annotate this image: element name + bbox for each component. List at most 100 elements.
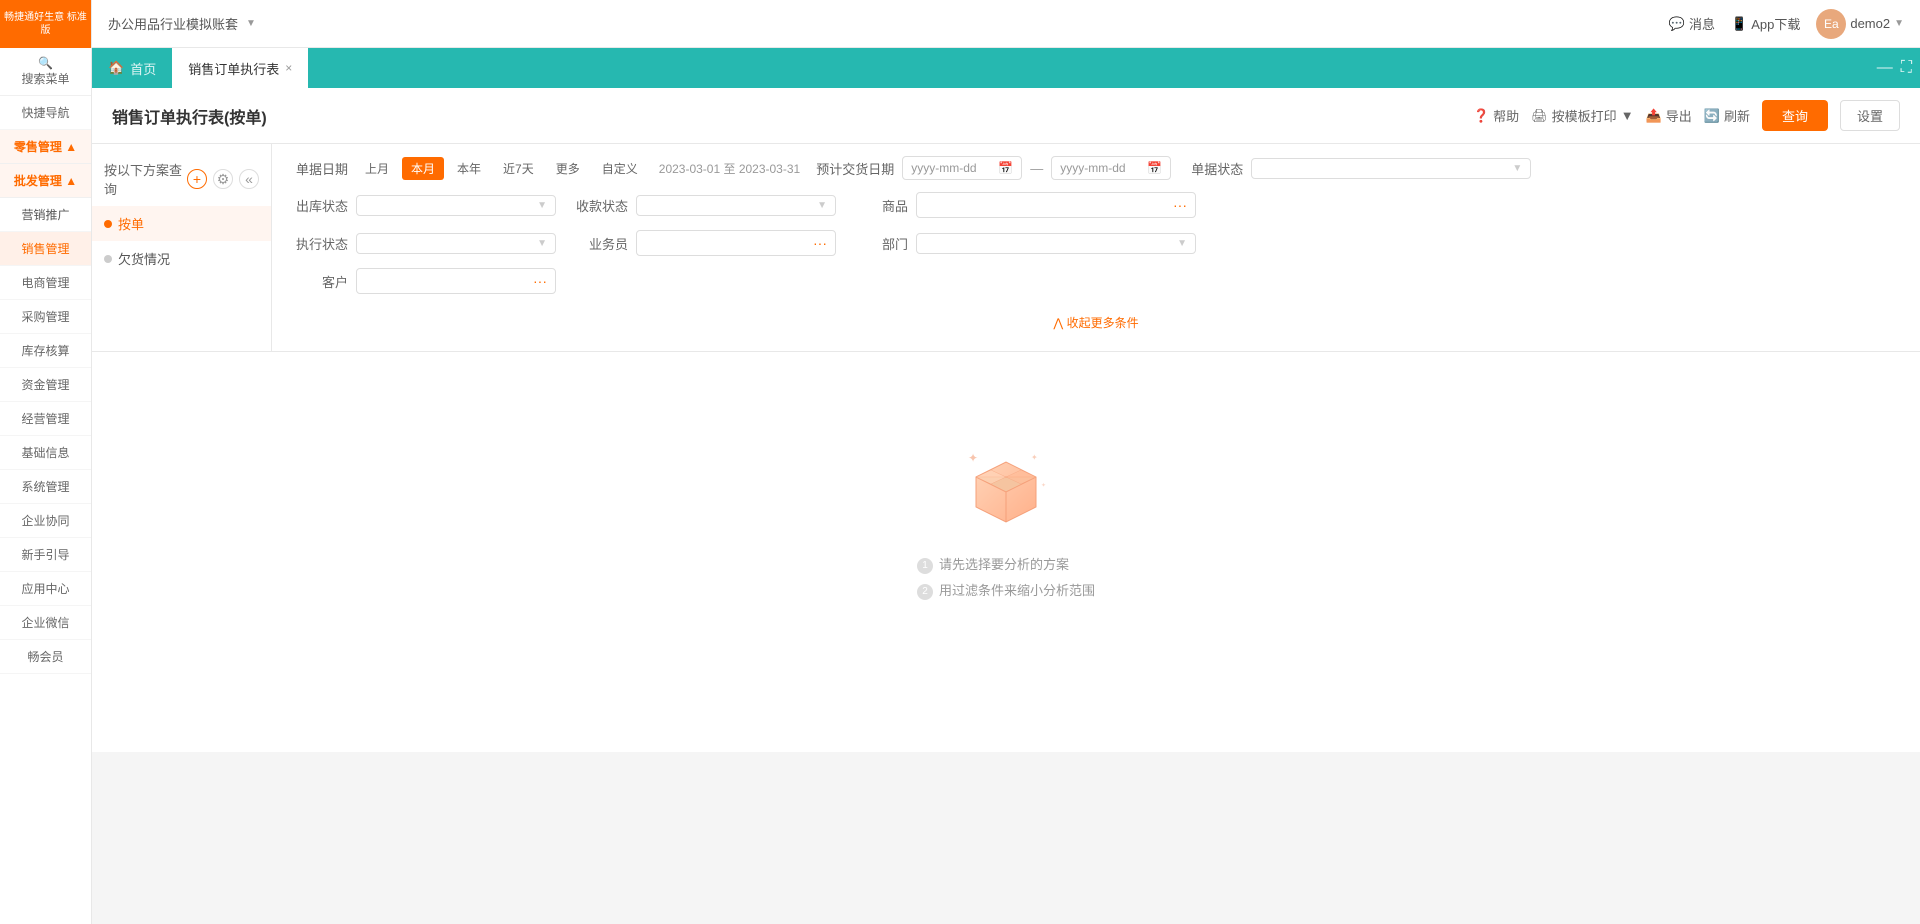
app-download-btn[interactable]: 📱 App下载 bbox=[1731, 14, 1800, 33]
system-dropdown-icon[interactable]: ▼ bbox=[246, 18, 256, 29]
payment-status-label: 收款状态 bbox=[572, 196, 628, 215]
order-status-select[interactable]: ▼ bbox=[1251, 158, 1531, 179]
execution-status-select[interactable]: ▼ bbox=[356, 233, 556, 254]
department-field: 部门 ▼ bbox=[852, 233, 1196, 254]
messages-label: 消息 bbox=[1689, 14, 1715, 33]
date-separator: — bbox=[1030, 161, 1043, 176]
help-btn[interactable]: ❓ 帮助 bbox=[1473, 106, 1519, 125]
page-title: 销售订单执行表(按单) bbox=[112, 104, 267, 128]
sidebar-item-member[interactable]: 畅会员 bbox=[0, 640, 91, 674]
order-status-arrow: ▼ bbox=[1512, 163, 1522, 174]
sidebar-item-system[interactable]: 系统管理 bbox=[0, 470, 91, 504]
filter-sidebar-header: 按以下方案查询 + ⚙ « bbox=[92, 156, 271, 206]
retail-label: 零售管理 bbox=[14, 140, 62, 154]
salesperson-label: 业务员 bbox=[572, 234, 628, 253]
scheme-item-shortage[interactable]: 欠货情况 bbox=[92, 241, 271, 276]
scheme-item-order[interactable]: 按单 bbox=[92, 206, 271, 241]
order-status-field: 单据状态 ▼ bbox=[1187, 158, 1531, 179]
expected-delivery-control: yyyy-mm-dd 📅 — yyyy-mm-dd 📅 bbox=[902, 156, 1171, 180]
calendar-end-icon: 📅 bbox=[1147, 161, 1162, 175]
scheme-inactive-dot bbox=[104, 255, 112, 263]
print-btn[interactable]: 🖨 按模板打印 ▼ bbox=[1531, 106, 1633, 125]
system-name: 办公用品行业模拟账套 bbox=[108, 14, 238, 33]
empty-icon: ✦ ✦ ✦ bbox=[956, 432, 1056, 532]
delivery-status-select[interactable]: ▼ bbox=[356, 195, 556, 216]
date-label: 单据日期 bbox=[292, 159, 348, 178]
print-label: 按模板打印 bbox=[1552, 106, 1617, 125]
goods-select[interactable]: ··· bbox=[916, 192, 1196, 218]
date-range-display: 2023-03-01 至 2023-03-31 bbox=[659, 160, 800, 177]
delivery-end-input[interactable]: yyyy-mm-dd 📅 bbox=[1051, 156, 1171, 180]
sidebar-item-app-center[interactable]: 应用中心 bbox=[0, 572, 91, 606]
refresh-btn[interactable]: 🔄 刷新 bbox=[1704, 106, 1750, 125]
sidebar-item-wholesale[interactable]: 批发管理 ▲ bbox=[0, 164, 91, 198]
quick-nav-label: 快捷导航 bbox=[4, 104, 87, 121]
salesperson-ellipsis[interactable]: ··· bbox=[813, 235, 827, 251]
sidebar-item-marketing[interactable]: 营销推广 bbox=[0, 198, 91, 232]
customer-label: 客户 bbox=[292, 272, 348, 291]
print-dropdown-icon: ▼ bbox=[1621, 108, 1634, 123]
delivery-start-input[interactable]: yyyy-mm-dd 📅 bbox=[902, 156, 1022, 180]
top-header: 办公用品行业模拟账套 ▼ 💬 消息 📱 App下载 Ea demo2 ▼ bbox=[92, 0, 1920, 48]
empty-tip-2: 用过滤条件来缩小分析范围 bbox=[917, 578, 1095, 604]
sidebar-item-ecommerce[interactable]: 电商管理 bbox=[0, 266, 91, 300]
sidebar-item-finance[interactable]: 资金管理 bbox=[0, 368, 91, 402]
add-scheme-btn[interactable]: + bbox=[187, 169, 207, 189]
user-menu[interactable]: Ea demo2 ▼ bbox=[1816, 9, 1904, 39]
filter-row-3: 执行状态 ▼ 业务员 ··· 部门 bbox=[292, 230, 1900, 256]
svg-text:✦: ✦ bbox=[1041, 482, 1046, 489]
collapse-bar[interactable]: ⋀ 收起更多条件 bbox=[292, 306, 1900, 339]
department-select[interactable]: ▼ bbox=[916, 233, 1196, 254]
date-tabs: 上月 本月 本年 近7天 更多 自定义 bbox=[356, 157, 647, 180]
app-logo[interactable]: 畅捷通好生意 标准版 bbox=[0, 0, 91, 48]
page-header: 销售订单执行表(按单) ❓ 帮助 🖨 按模板打印 ▼ 📤 导出 🔄 刷新 bbox=[92, 88, 1920, 144]
sidebar-item-sales-mgmt[interactable]: 销售管理 bbox=[0, 232, 91, 266]
calendar-start-icon: 📅 bbox=[998, 161, 1013, 175]
sidebar-item-basics[interactable]: 基础信息 bbox=[0, 436, 91, 470]
date-tab-this-year[interactable]: 本年 bbox=[448, 157, 490, 180]
empty-tip-1: 请先选择要分析的方案 bbox=[917, 552, 1095, 578]
tab-close-icon[interactable]: × bbox=[285, 61, 292, 75]
filter-row-2: 出库状态 ▼ 收款状态 ▼ 商品 bbox=[292, 192, 1900, 218]
date-field: 单据日期 上月 本月 本年 近7天 更多 自定义 2023-03-01 至 20… bbox=[292, 157, 800, 180]
collapse-scheme-btn[interactable]: « bbox=[239, 169, 259, 189]
date-tab-this-month[interactable]: 本月 bbox=[402, 157, 444, 180]
help-label: 帮助 bbox=[1493, 106, 1519, 125]
execution-status-arrow: ▼ bbox=[537, 238, 547, 249]
sidebar-item-enterprise[interactable]: 企业协同 bbox=[0, 504, 91, 538]
payment-status-arrow: ▼ bbox=[817, 200, 827, 211]
svg-text:✦: ✦ bbox=[968, 451, 978, 465]
settings-button[interactable]: 设置 bbox=[1840, 100, 1900, 131]
tab-home[interactable]: 🏠 首页 bbox=[92, 48, 172, 88]
sidebar-item-newbie[interactable]: 新手引导 bbox=[0, 538, 91, 572]
date-tab-last-month[interactable]: 上月 bbox=[356, 157, 398, 180]
salesperson-select[interactable]: ··· bbox=[636, 230, 836, 256]
tab-sales-order[interactable]: 销售订单执行表 × bbox=[172, 48, 308, 88]
delivery-start-placeholder: yyyy-mm-dd bbox=[911, 161, 976, 175]
delivery-status-label: 出库状态 bbox=[292, 196, 348, 215]
customer-select[interactable]: ··· bbox=[356, 268, 556, 294]
query-button[interactable]: 查询 bbox=[1762, 100, 1828, 131]
settings-scheme-btn[interactable]: ⚙ bbox=[213, 169, 233, 189]
sidebar-item-quick-nav[interactable]: 快捷导航 bbox=[0, 96, 91, 130]
sidebar-item-operations[interactable]: 经营管理 bbox=[0, 402, 91, 436]
tab-minimize-icon[interactable]: — bbox=[1877, 59, 1893, 77]
filter-section: 按以下方案查询 + ⚙ « 按单 欠货情况 bbox=[92, 144, 1920, 352]
date-tab-7days[interactable]: 近7天 bbox=[494, 157, 543, 180]
messages-btn[interactable]: 💬 消息 bbox=[1669, 14, 1715, 33]
date-tab-more[interactable]: 更多 bbox=[547, 157, 589, 180]
payment-status-select[interactable]: ▼ bbox=[636, 195, 836, 216]
wholesale-label: 批发管理 bbox=[14, 174, 62, 188]
sidebar-search[interactable]: 🔍 搜索菜单 bbox=[0, 48, 91, 96]
sidebar-item-wechat[interactable]: 企业微信 bbox=[0, 606, 91, 640]
sidebar-item-purchasing[interactable]: 采购管理 bbox=[0, 300, 91, 334]
export-btn[interactable]: 📤 导出 bbox=[1646, 106, 1692, 125]
date-tab-custom[interactable]: 自定义 bbox=[593, 157, 647, 180]
delivery-end-placeholder: yyyy-mm-dd bbox=[1060, 161, 1125, 175]
customer-ellipsis[interactable]: ··· bbox=[533, 273, 547, 289]
tab-expand-icon[interactable]: ⛶ bbox=[1901, 59, 1912, 77]
department-arrow: ▼ bbox=[1177, 238, 1187, 249]
sidebar-item-retail[interactable]: 零售管理 ▲ bbox=[0, 130, 91, 164]
sidebar-item-inventory[interactable]: 库存核算 bbox=[0, 334, 91, 368]
goods-ellipsis[interactable]: ··· bbox=[1173, 197, 1187, 213]
